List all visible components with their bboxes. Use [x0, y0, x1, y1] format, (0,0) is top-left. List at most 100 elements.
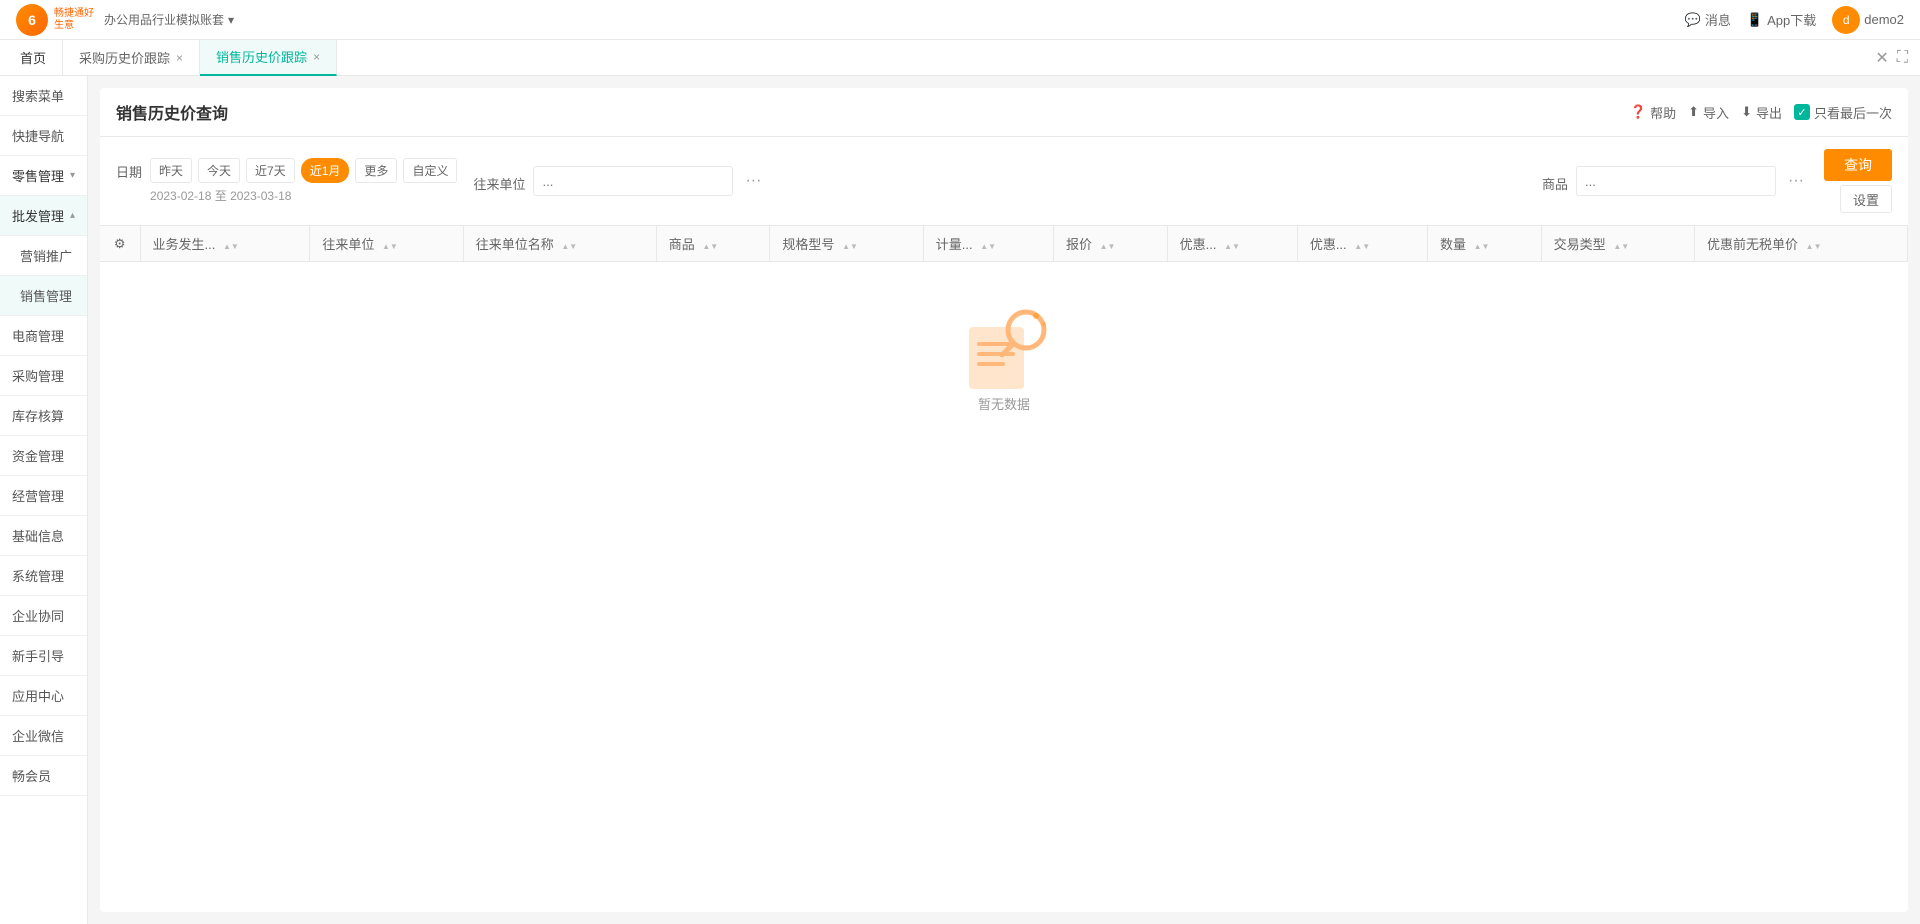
sidebar-item-wholesale[interactable]: 批发管理 ▴	[0, 196, 87, 236]
sidebar-item-finance[interactable]: 资金管理	[0, 436, 87, 476]
sidebar-item-app-center[interactable]: 应用中心	[0, 676, 87, 716]
table-col-unit-name: 往来单位名称 ▲▼	[463, 226, 656, 262]
sort-icon[interactable]: ▲▼	[561, 242, 577, 251]
sidebar-item-retail[interactable]: 零售管理 ▾	[0, 156, 87, 196]
import-icon: ⬆	[1688, 104, 1699, 120]
sidebar-item-label: 快捷导航	[12, 126, 64, 145]
sidebar-item-operations[interactable]: 经营管理	[0, 476, 87, 516]
sidebar-item-label: 企业协同	[12, 606, 64, 625]
unit-dots-btn[interactable]: ···	[741, 172, 765, 190]
sort-icon[interactable]: ▲▼	[1806, 242, 1822, 251]
sort-icon[interactable]: ▲▼	[1613, 242, 1629, 251]
workspace-label: 办公用品行业模拟账套	[104, 11, 224, 28]
sort-icon[interactable]: ▲▼	[1224, 242, 1240, 251]
message-btn[interactable]: 💬 消息	[1685, 10, 1731, 29]
tab-home[interactable]: 首页	[4, 40, 63, 76]
export-btn[interactable]: ⬇ 导出	[1741, 103, 1782, 122]
sidebar-item-inventory[interactable]: 库存核算	[0, 396, 87, 436]
last-only-checkbox[interactable]: ✓ 只看最后一次	[1794, 103, 1892, 122]
date-btn-yesterday[interactable]: 昨天	[150, 158, 192, 183]
sidebar-item-wechat[interactable]: 企业微信	[0, 716, 87, 756]
sidebar-item-ecommerce[interactable]: 电商管理	[0, 316, 87, 356]
sidebar-item-label: 采购管理	[12, 366, 64, 385]
sidebar-item-member[interactable]: 畅会员	[0, 756, 87, 796]
tabs-actions: ✕ ⛶	[1875, 48, 1916, 68]
empty-svg-icon	[964, 302, 1054, 392]
sidebar-item-search[interactable]: 搜索菜单	[0, 76, 87, 116]
product-label: 商品	[1542, 170, 1568, 193]
product-dots-btn[interactable]: ···	[1784, 172, 1808, 190]
download-icon: 📱	[1747, 12, 1763, 28]
sidebar-item-guide[interactable]: 新手引导	[0, 636, 87, 676]
sidebar-item-label: 零售管理	[12, 166, 64, 185]
data-table: ⚙ 业务发生... ▲▼ 往来单位 ▲▼ 往来单位名称 ▲	[100, 226, 1908, 262]
topbar-left: 6 畅捷通好生意 办公用品行业模拟账套 ▾	[16, 4, 234, 36]
tab-purchase-history[interactable]: 采购历史价跟踪 ×	[63, 40, 200, 76]
sidebar-item-quicknav[interactable]: 快捷导航	[0, 116, 87, 156]
tab-purchase-close[interactable]: ×	[176, 51, 183, 65]
page-title: 销售历史价查询	[116, 100, 228, 124]
page-header: 销售历史价查询 ❓ 帮助 ⬆ 导入 ⬇ 导出 ✓	[100, 88, 1908, 137]
tab-sales-close[interactable]: ×	[313, 50, 320, 64]
table-gear-cell[interactable]: ⚙	[100, 226, 140, 262]
unit-input[interactable]	[533, 166, 733, 196]
tab-sales-history[interactable]: 销售历史价跟踪 ×	[200, 40, 337, 76]
sidebar-item-purchase[interactable]: 采购管理	[0, 356, 87, 396]
workspace-selector[interactable]: 办公用品行业模拟账套 ▾	[104, 11, 234, 28]
app-download-btn[interactable]: 📱 App下载	[1747, 10, 1816, 29]
sidebar-item-sales-mgmt[interactable]: 销售管理	[0, 276, 87, 316]
sort-icon[interactable]: ▲▼	[1474, 242, 1490, 251]
close-window-btn[interactable]: ✕	[1875, 48, 1888, 68]
sidebar-item-label: 销售管理	[20, 286, 72, 305]
table-col-discount1: 优惠... ▲▼	[1167, 226, 1297, 262]
date-btn-more[interactable]: 更多	[355, 158, 397, 183]
sort-icon[interactable]: ▲▼	[702, 242, 718, 251]
filter-right: 查询 设置	[1824, 149, 1892, 213]
unit-filter-group: 往来单位 ···	[473, 166, 1526, 196]
sort-icon[interactable]: ▲▼	[1100, 242, 1116, 251]
tab-sales-label: 销售历史价跟踪	[216, 47, 307, 66]
settings-button[interactable]: 设置	[1840, 185, 1892, 213]
table-header-row: ⚙ 业务发生... ▲▼ 往来单位 ▲▼ 往来单位名称 ▲	[100, 226, 1908, 262]
import-btn[interactable]: ⬆ 导入	[1688, 103, 1729, 122]
username: demo2	[1864, 12, 1904, 27]
date-btn-7days[interactable]: 近7天	[246, 158, 295, 183]
sidebar-item-label: 库存核算	[12, 406, 64, 425]
date-btn-custom[interactable]: 自定义	[403, 158, 457, 183]
product-filter-group: 商品 ···	[1542, 166, 1808, 196]
user-menu[interactable]: d demo2	[1832, 6, 1904, 34]
sidebar-item-system[interactable]: 系统管理	[0, 556, 87, 596]
help-icon: ❓	[1630, 104, 1646, 120]
table-col-price-no-tax: 优惠前无税单价 ▲▼	[1695, 226, 1908, 262]
date-row1: 昨天 今天 近7天 近1月 更多 自定义	[150, 158, 457, 183]
help-btn[interactable]: ❓ 帮助	[1630, 103, 1676, 122]
date-btn-1month[interactable]: 近1月	[301, 158, 350, 183]
date-row2: 2023-02-18 至 2023-03-18	[150, 187, 457, 204]
query-button[interactable]: 查询	[1824, 149, 1892, 181]
sidebar-item-basic-info[interactable]: 基础信息	[0, 516, 87, 556]
last-only-label: 只看最后一次	[1814, 103, 1892, 122]
sort-icon[interactable]: ▲▼	[382, 242, 398, 251]
table-col-date: 业务发生... ▲▼	[140, 226, 310, 262]
tabs-bar: 首页 采购历史价跟踪 × 销售历史价跟踪 × ✕ ⛶	[0, 40, 1920, 76]
table-col-unit-code: 往来单位 ▲▼	[310, 226, 463, 262]
tab-purchase-label: 采购历史价跟踪	[79, 48, 170, 67]
table-container: ⚙ 业务发生... ▲▼ 往来单位 ▲▼ 往来单位名称 ▲	[100, 226, 1908, 912]
sidebar-item-enterprise[interactable]: 企业协同	[0, 596, 87, 636]
sort-icon[interactable]: ▲▼	[980, 242, 996, 251]
sidebar-item-label: 系统管理	[12, 566, 64, 585]
chevron-down-icon: ▾	[228, 13, 234, 27]
date-btn-today[interactable]: 今天	[198, 158, 240, 183]
topbar: 6 畅捷通好生意 办公用品行业模拟账套 ▾ 💬 消息 📱 App下载 d dem…	[0, 0, 1920, 40]
sidebar-item-label: 电商管理	[12, 326, 64, 345]
logo-area: 6 畅捷通好生意	[16, 4, 96, 36]
page-card: 销售历史价查询 ❓ 帮助 ⬆ 导入 ⬇ 导出 ✓	[100, 88, 1908, 912]
sidebar-item-marketing[interactable]: 营销推广	[0, 236, 87, 276]
sidebar-item-label: 经营管理	[12, 486, 64, 505]
sort-icon[interactable]: ▲▼	[223, 242, 239, 251]
sort-icon[interactable]: ▲▼	[1354, 242, 1370, 251]
maximize-btn[interactable]: ⛶	[1897, 49, 1908, 67]
empty-illustration	[964, 302, 1044, 382]
product-input[interactable]	[1576, 166, 1776, 196]
sort-icon[interactable]: ▲▼	[842, 242, 858, 251]
